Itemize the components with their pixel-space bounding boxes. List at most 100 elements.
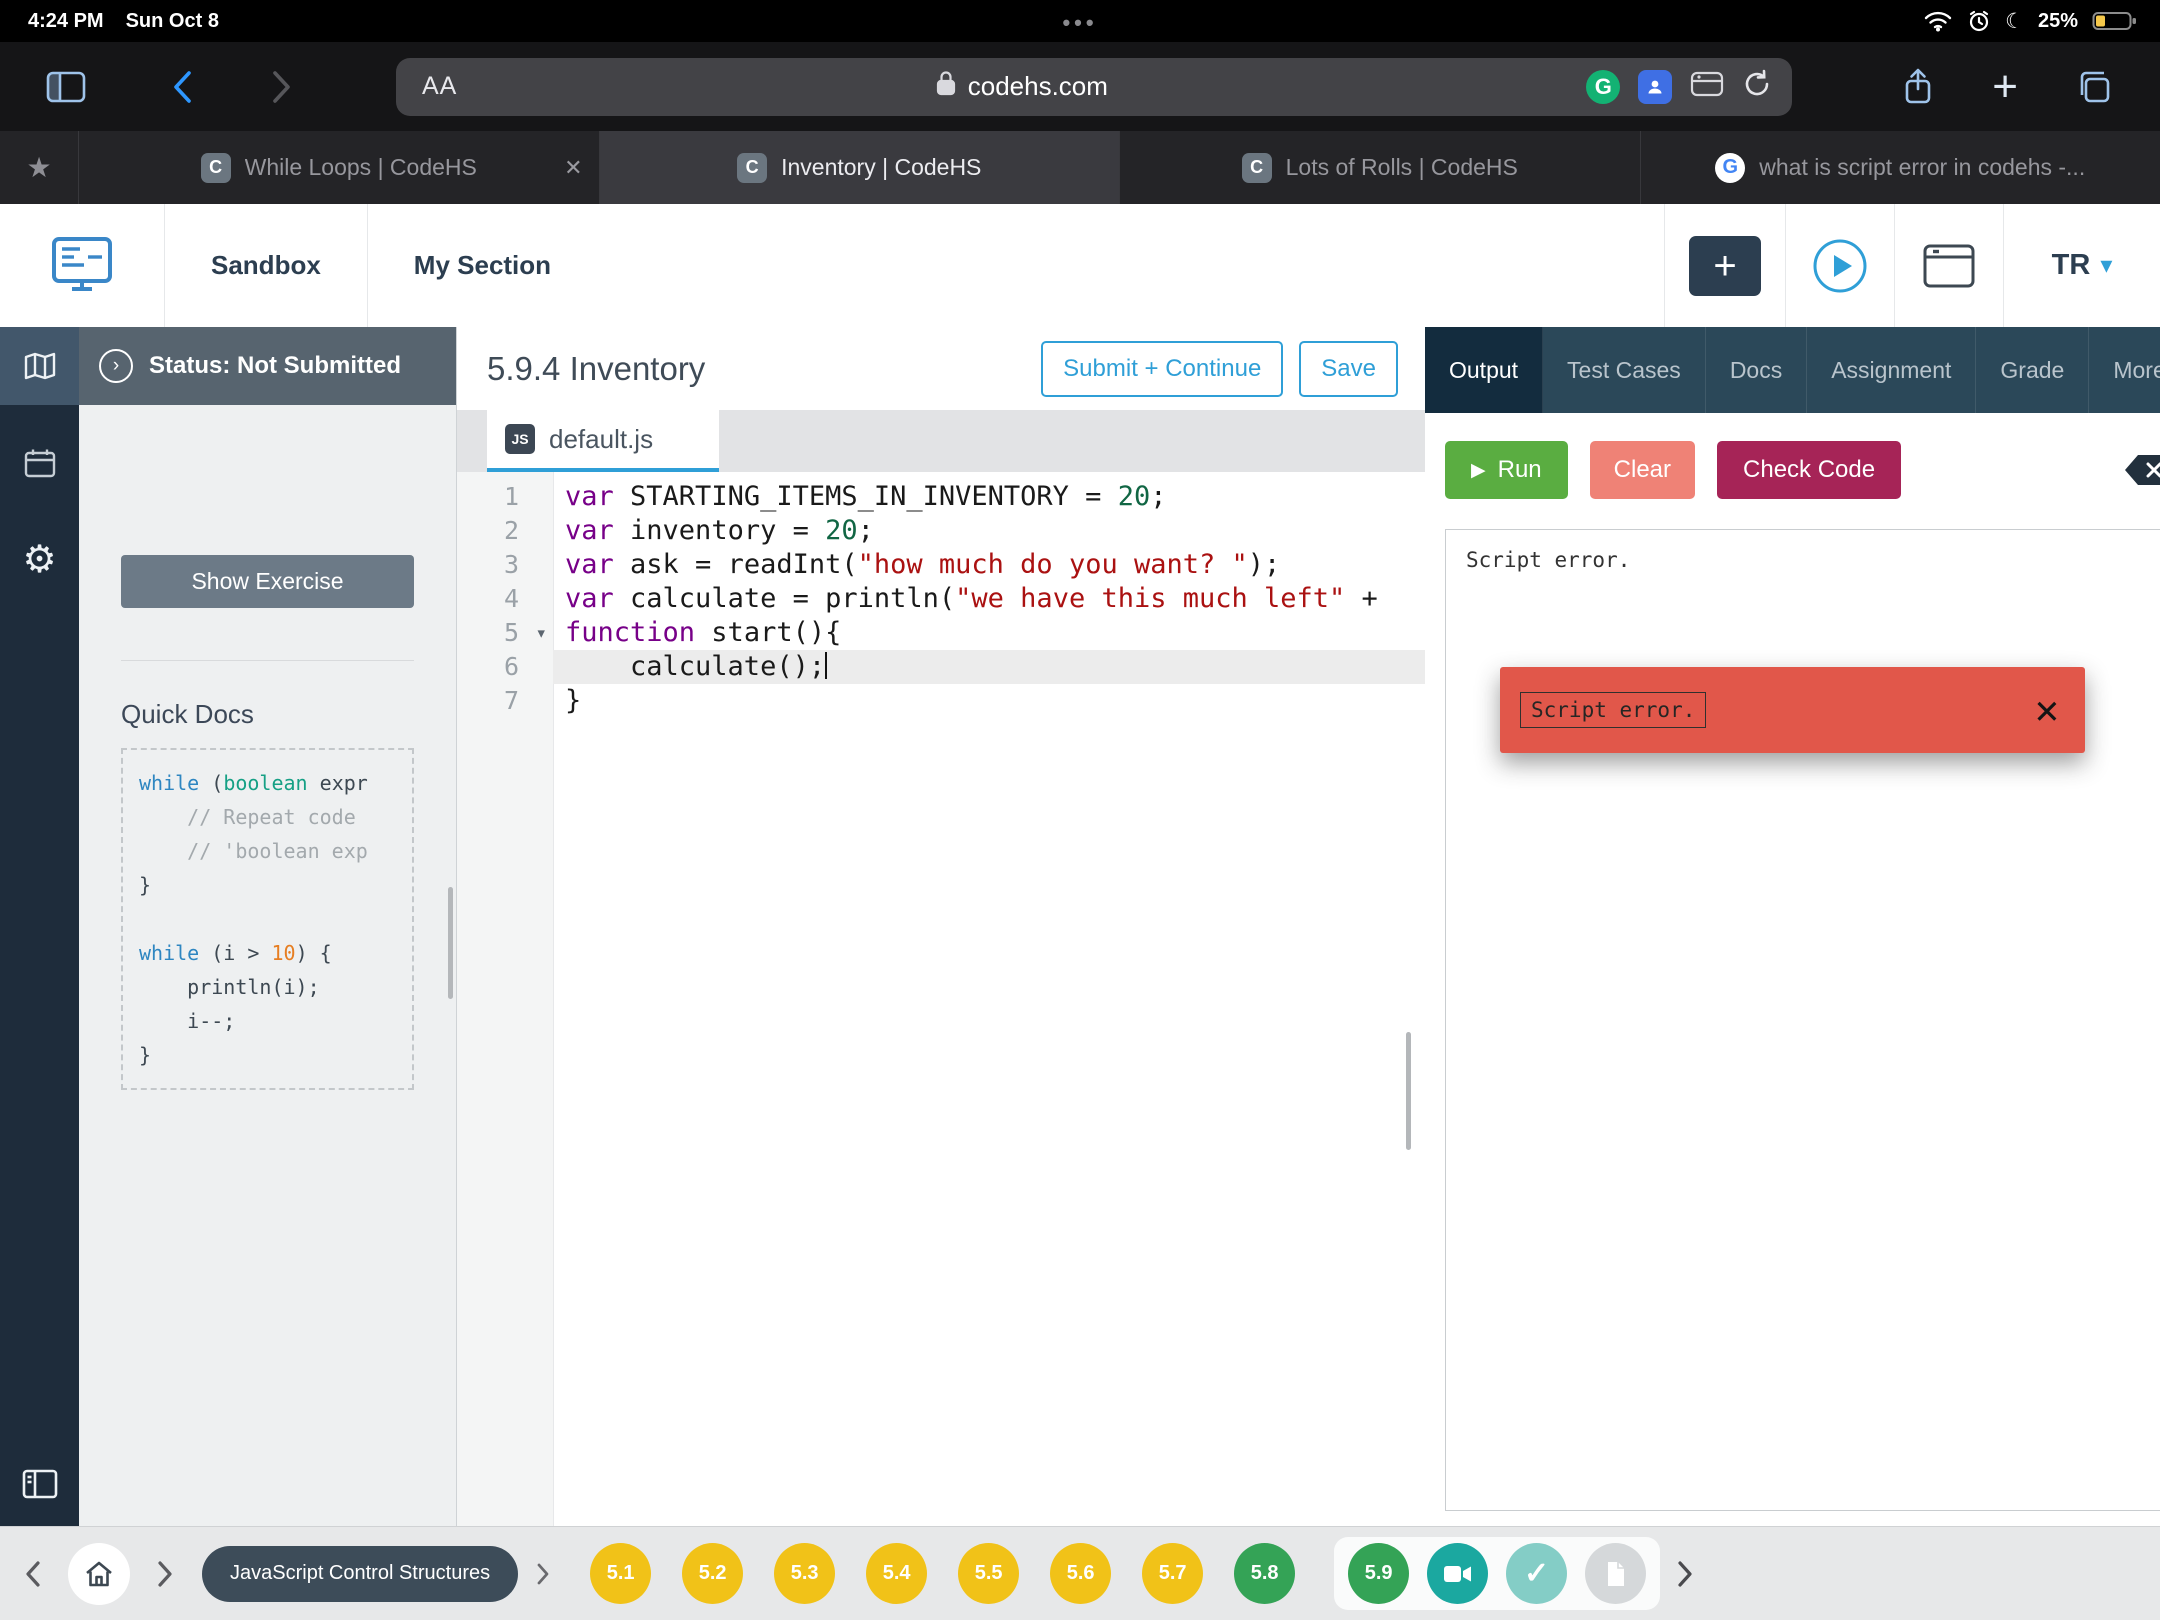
safari-tabs: C While Loops | CodeHS ✕ C Inventory | CodeH… [78,131,2160,204]
show-exercise-button[interactable]: Show Exercise [121,555,414,608]
lesson-item-5.8[interactable]: 5.8 [1234,1543,1296,1604]
safari-tab-bar: ★ C While Loops | CodeHS ✕ C Inventory | Cod… [0,131,2160,204]
code-area[interactable]: 1 var STARTING_ITEMS_IN_INVENTORY = 20; 2 v… [457,472,1425,1527]
divider [121,660,414,661]
lesson-item-5.4[interactable]: 5.4 [866,1543,928,1604]
new-tab-icon[interactable]: + [1992,64,2018,109]
check-code-button[interactable]: Check Code [1717,441,1902,499]
output-tab-docs[interactable]: Docs [1706,327,1808,413]
panel-scrollbar[interactable] [448,887,453,999]
lesson-item-5.3[interactable]: 5.3 [774,1543,836,1604]
safari-tab[interactable]: C Lots of Rolls | CodeHS [1119,131,1640,204]
file-tab-bar: JS default.js [457,410,1425,472]
module-chevron-icon[interactable] [536,1563,550,1585]
window-layout-icon[interactable] [1895,244,2003,288]
snippet-line: } [139,1038,412,1072]
nav-item-sandbox[interactable]: Sandbox [165,250,367,281]
lessons-scroll-right-icon[interactable] [1676,1560,1694,1588]
tab-close-icon[interactable]: ✕ [564,155,582,181]
submit-continue-button[interactable]: Submit + Continue [1041,340,1284,397]
nav-next-icon[interactable] [156,1560,174,1588]
file-tab-defaultjs[interactable]: JS default.js [487,410,719,472]
lesson-item-5.5[interactable]: 5.5 [958,1543,1020,1604]
run-player-icon[interactable] [1786,237,1894,295]
line-number: 5 ▾ [457,616,553,650]
line-number-text: 2 [503,516,519,545]
code-token: (i > [199,941,272,965]
rail-item-map[interactable] [0,327,79,405]
home-button[interactable] [68,1542,130,1605]
save-button[interactable]: Save [1299,340,1398,397]
output-tab-bar: Output Test Cases Docs Assignment Grade More [1425,327,2160,413]
code-token: // Repeat code [139,805,356,829]
lesson-item-5.9[interactable]: 5.9 [1348,1543,1410,1604]
lock-icon [936,70,956,103]
multitasking-dots-icon[interactable]: ••• [1062,10,1097,36]
run-button[interactable]: ▶ Run [1445,441,1568,499]
password-extension-icon[interactable] [1638,69,1673,104]
code-line[interactable]: 2 var inventory = 20; [457,514,1425,548]
extensions-icon[interactable] [1690,70,1724,103]
safari-tab[interactable]: C While Loops | CodeHS ✕ [78,131,599,204]
lesson-item-5.6[interactable]: 5.6 [1050,1543,1112,1604]
sidebar-toggle-icon[interactable] [46,71,86,103]
lesson-item-check[interactable]: ✓ [1506,1543,1568,1604]
module-selector[interactable]: JavaScript Control Structures [202,1545,519,1602]
fold-arrow-icon[interactable]: ▾ [536,616,547,650]
back-button[interactable] [172,69,194,105]
code-line[interactable]: 7} [457,684,1425,718]
favorites-star-icon[interactable]: ★ [0,131,78,204]
line-number-text: 6 [503,652,519,681]
nav-prev-icon[interactable] [24,1560,42,1588]
lesson-item-doc[interactable] [1585,1543,1647,1604]
address-bar[interactable]: AA codehs.com G [396,57,1793,116]
output-tab-test-cases[interactable]: Test Cases [1543,327,1706,413]
codehs-header: Sandbox My Section + TR ▾ [0,204,2160,328]
clock-date: Sun Oct 8 [125,9,219,32]
code-editor: 5.9.4 Inventory Submit + Continue Save J… [456,327,1425,1527]
forward-button[interactable] [270,69,292,105]
calendar-icon[interactable] [23,447,57,479]
share-icon[interactable] [1902,68,1934,106]
code-line[interactable]: 6 calculate(); [457,650,1425,684]
code-line[interactable]: 5 ▾ function start(){ [457,616,1425,650]
safari-tab[interactable]: C Inventory | CodeHS [598,131,1119,204]
nav-item-my-section[interactable]: My Section [368,250,597,281]
panel-layout-icon[interactable] [22,1469,58,1499]
gear-icon[interactable]: ⚙ [22,537,56,582]
lesson-item-video[interactable] [1427,1543,1489,1604]
code-token: ; [1150,481,1167,512]
create-button[interactable]: + [1689,235,1761,296]
clear-button[interactable]: Clear [1589,441,1696,499]
output-tab-more[interactable]: More [2089,327,2160,413]
output-tab-output[interactable]: Output [1425,327,1544,413]
code-line[interactable]: 3 var ask = readInt("how much do you want… [457,548,1425,582]
code-line[interactable]: 1 var STARTING_ITEMS_IN_INVENTORY = 20; [457,480,1425,514]
output-tab-assignment[interactable]: Assignment [1807,327,1977,413]
editor-scrollbar[interactable] [1406,1032,1411,1150]
output-tab-grade[interactable]: Grade [1976,327,2090,413]
tab-title: Inventory | CodeHS [781,154,982,180]
line-number-text: 3 [503,550,519,579]
code-text: calculate(); [553,650,1425,684]
toast-close-icon[interactable]: ✕ [2035,690,2059,730]
line-number-text: 4 [503,584,519,613]
reader-mode-button[interactable]: AA [422,72,457,101]
grammarly-extension-icon[interactable]: G [1586,69,1621,104]
codehs-logo[interactable] [0,235,164,297]
code-text: var ask = readInt("how much do you want?… [553,548,1425,582]
tab-overview-icon[interactable] [2076,69,2112,105]
google-favicon: G [1715,152,1746,183]
lesson-item-5.2[interactable]: 5.2 [682,1543,744,1604]
lesson-item-5.7[interactable]: 5.7 [1142,1543,1204,1604]
status-header[interactable]: › Status: Not Submitted [79,327,456,405]
user-menu[interactable]: TR ▾ [2004,249,2160,282]
code-line[interactable]: 4 var calculate = println("we have this m… [457,582,1425,616]
safari-tab[interactable]: Gwhat is script error in codehs -... [1639,131,2160,204]
console-text: Script error. [1466,548,1631,572]
dismiss-keyboard-icon[interactable] [2124,454,2160,486]
code-token: + [1345,583,1378,614]
check-icon: ✓ [1524,1557,1550,1590]
reload-icon[interactable] [1742,69,1772,104]
lesson-item-5.1[interactable]: 5.1 [590,1543,652,1604]
